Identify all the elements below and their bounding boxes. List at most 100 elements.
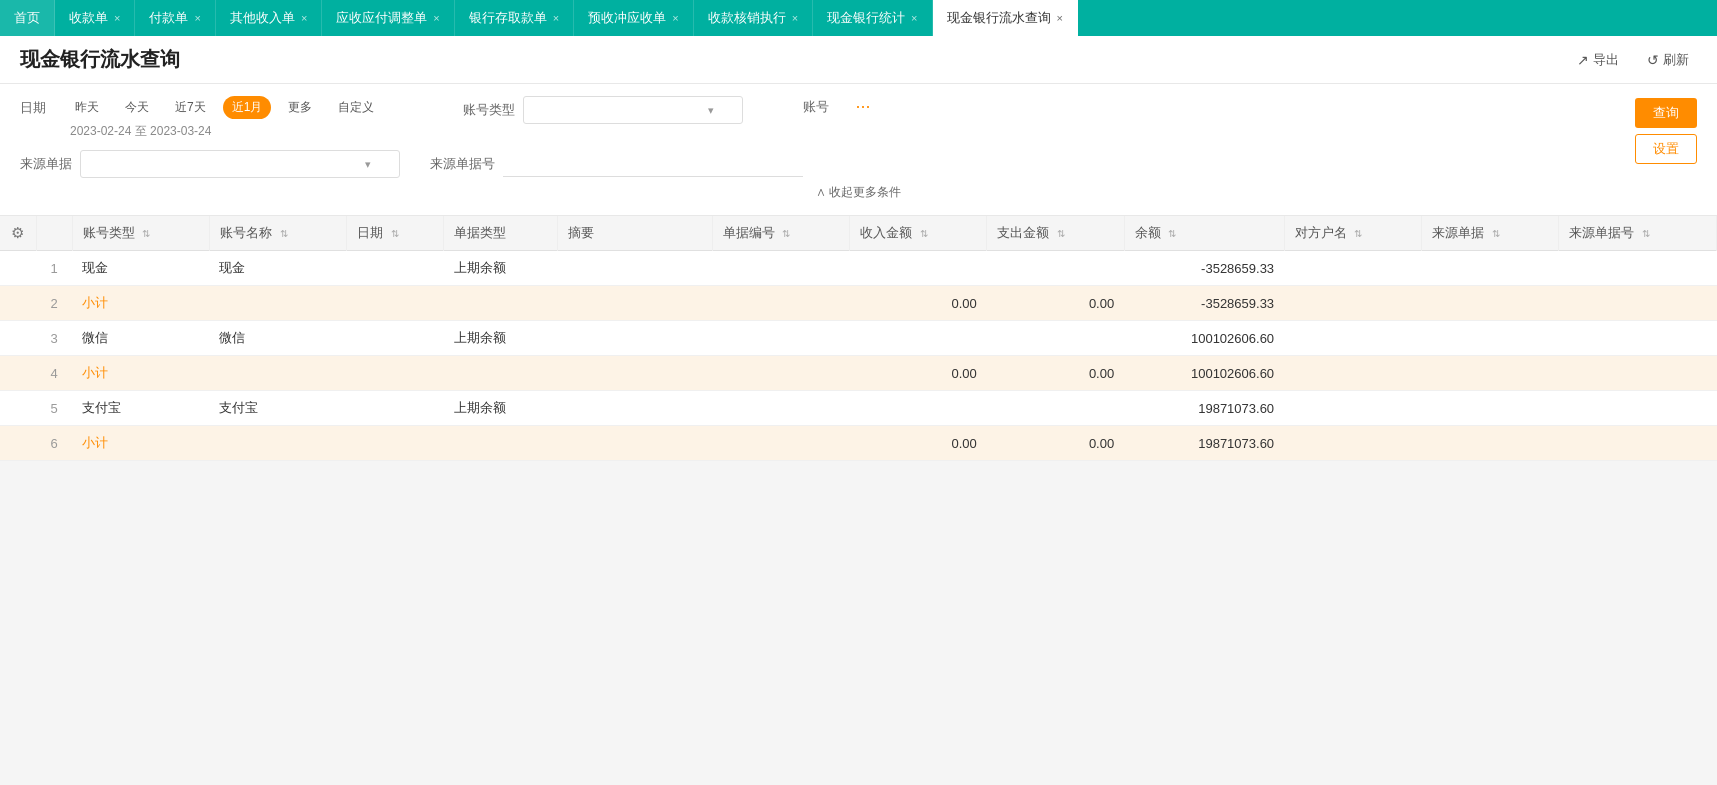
nav-tab-receipt[interactable]: 收款单 × (55, 0, 135, 36)
row-balance: 19871073.60 (1124, 391, 1284, 426)
nav-tab-collection-exec[interactable]: 收款核销执行 × (694, 0, 813, 36)
row-balance: -3528659.33 (1124, 251, 1284, 286)
th-source-doc-label: 来源单据 (1432, 225, 1484, 240)
sort-icon-3: ⇅ (391, 228, 399, 239)
row-counterpart (1284, 251, 1421, 286)
th-income[interactable]: 收入金额 ⇅ (849, 216, 986, 251)
th-balance[interactable]: 余额 ⇅ (1124, 216, 1284, 251)
row-settings (0, 356, 36, 391)
row-seq: 3 (36, 321, 72, 356)
row-income (849, 321, 986, 356)
th-date[interactable]: 日期 ⇅ (347, 216, 444, 251)
th-account-type[interactable]: 账号类型 ⇅ (72, 216, 209, 251)
th-expense[interactable]: 支出金额 ⇅ (987, 216, 1124, 251)
table-header-row: ⚙ 账号类型 ⇅ 账号名称 ⇅ 日期 ⇅ 单据类型 (0, 216, 1717, 251)
nav-tab-cash-bank-stat[interactable]: 现金银行统计 × (813, 0, 932, 36)
row-balance: 100102606.60 (1124, 356, 1284, 391)
th-counterpart[interactable]: 对方户名 ⇅ (1284, 216, 1421, 251)
row-account-name (209, 426, 346, 461)
row-source-doc-no (1559, 356, 1717, 391)
export-button[interactable]: ↗ 导出 (1569, 47, 1627, 73)
sort-icon-2: ⇅ (280, 228, 288, 239)
receipt-label: 收款单 (69, 9, 108, 27)
sort-icon-9: ⇅ (1492, 228, 1500, 239)
account-dots-button[interactable]: ··· (851, 96, 874, 117)
row-counterpart (1284, 286, 1421, 321)
settings-button[interactable]: 设置 (1635, 134, 1697, 164)
collapse-conditions-button[interactable]: ∧ 收起更多条件 (20, 178, 1697, 203)
date-btn-today[interactable]: 今天 (116, 96, 158, 119)
nav-tab-payment[interactable]: 付款单 × (135, 0, 215, 36)
account-label: 账号 (803, 98, 843, 116)
row-seq: 2 (36, 286, 72, 321)
row-source-doc (1422, 251, 1559, 286)
th-settings[interactable]: ⚙ (0, 216, 36, 251)
th-summary-label: 摘要 (568, 225, 594, 240)
close-icon[interactable]: × (1057, 12, 1063, 24)
other-income-label: 其他收入单 (230, 9, 295, 27)
source-doc-num-input[interactable] (503, 151, 803, 177)
row-doc-type: 上期余额 (444, 391, 557, 426)
date-btn-1month[interactable]: 近1月 (223, 96, 272, 119)
row-summary (557, 356, 712, 391)
close-icon[interactable]: × (433, 12, 439, 24)
account-type-select[interactable]: ▾ (523, 96, 743, 124)
row-summary (557, 391, 712, 426)
nav-tab-other-income[interactable]: 其他收入单 × (216, 0, 322, 36)
date-btn-yesterday[interactable]: 昨天 (66, 96, 108, 119)
date-btn-7days[interactable]: 近7天 (166, 96, 215, 119)
th-source-doc-no-label: 来源单据号 (1569, 225, 1634, 240)
row-income: 0.00 (849, 286, 986, 321)
row-expense: 0.00 (987, 356, 1124, 391)
gear-icon[interactable]: ⚙ (11, 224, 24, 241)
header-actions: ↗ 导出 ↺ 刷新 (1569, 47, 1697, 73)
th-balance-label: 余额 (1135, 225, 1161, 240)
close-icon[interactable]: × (114, 12, 120, 24)
th-income-label: 收入金额 (860, 225, 912, 240)
th-summary: 摘要 (557, 216, 712, 251)
th-account-name[interactable]: 账号名称 ⇅ (209, 216, 346, 251)
date-range-display: 2023-02-24 至 2023-03-24 (70, 124, 211, 138)
advance-offset-label: 预收冲应收单 (588, 9, 666, 27)
row-doc-type: 上期余额 (444, 251, 557, 286)
source-doc-filter: 来源单据 ▾ (20, 150, 400, 178)
row-doc-type (444, 356, 557, 391)
date-btn-more[interactable]: 更多 (279, 96, 321, 119)
date-btn-custom[interactable]: 自定义 (329, 96, 383, 119)
nav-tab-advance-offset[interactable]: 预收冲应收单 × (574, 0, 693, 36)
query-button[interactable]: 查询 (1635, 98, 1697, 128)
close-icon[interactable]: × (792, 12, 798, 24)
close-icon[interactable]: × (672, 12, 678, 24)
home-label: 首页 (14, 9, 40, 27)
close-icon[interactable]: × (911, 12, 917, 24)
row-summary (557, 426, 712, 461)
refresh-icon: ↺ (1647, 52, 1659, 68)
row-expense (987, 321, 1124, 356)
row-income (849, 251, 986, 286)
close-icon[interactable]: × (301, 12, 307, 24)
th-source-doc-no[interactable]: 来源单据号 ⇅ (1559, 216, 1717, 251)
th-doc-no[interactable]: 单据编号 ⇅ (712, 216, 849, 251)
nav-tab-bank-deposit[interactable]: 银行存取款单 × (455, 0, 574, 36)
table-row: 2小计0.000.00-3528659.33 (0, 286, 1717, 321)
row-doc-type (444, 286, 557, 321)
row-doc-no (712, 426, 849, 461)
row-source-doc-no (1559, 426, 1717, 461)
close-icon[interactable]: × (194, 12, 200, 24)
close-icon[interactable]: × (553, 12, 559, 24)
row-account-name (209, 356, 346, 391)
th-source-doc[interactable]: 来源单据 ⇅ (1422, 216, 1559, 251)
refresh-button[interactable]: ↺ 刷新 (1639, 47, 1697, 73)
sort-icon-6: ⇅ (1057, 228, 1065, 239)
nav-tab-ar-ap-adjust[interactable]: 应收应付调整单 × (322, 0, 454, 36)
source-doc-select[interactable]: ▾ (80, 150, 400, 178)
row-expense: 0.00 (987, 286, 1124, 321)
cash-bank-stat-label: 现金银行统计 (827, 9, 905, 27)
row-settings (0, 321, 36, 356)
nav-tab-cash-bank-flow[interactable]: 现金银行流水查询 × (933, 0, 1078, 36)
nav-tab-home[interactable]: 首页 (0, 0, 55, 36)
row-doc-no (712, 391, 849, 426)
page-title: 现金银行流水查询 (20, 46, 180, 73)
row-source-doc-no (1559, 321, 1717, 356)
table-row: 1现金现金上期余额-3528659.33 (0, 251, 1717, 286)
